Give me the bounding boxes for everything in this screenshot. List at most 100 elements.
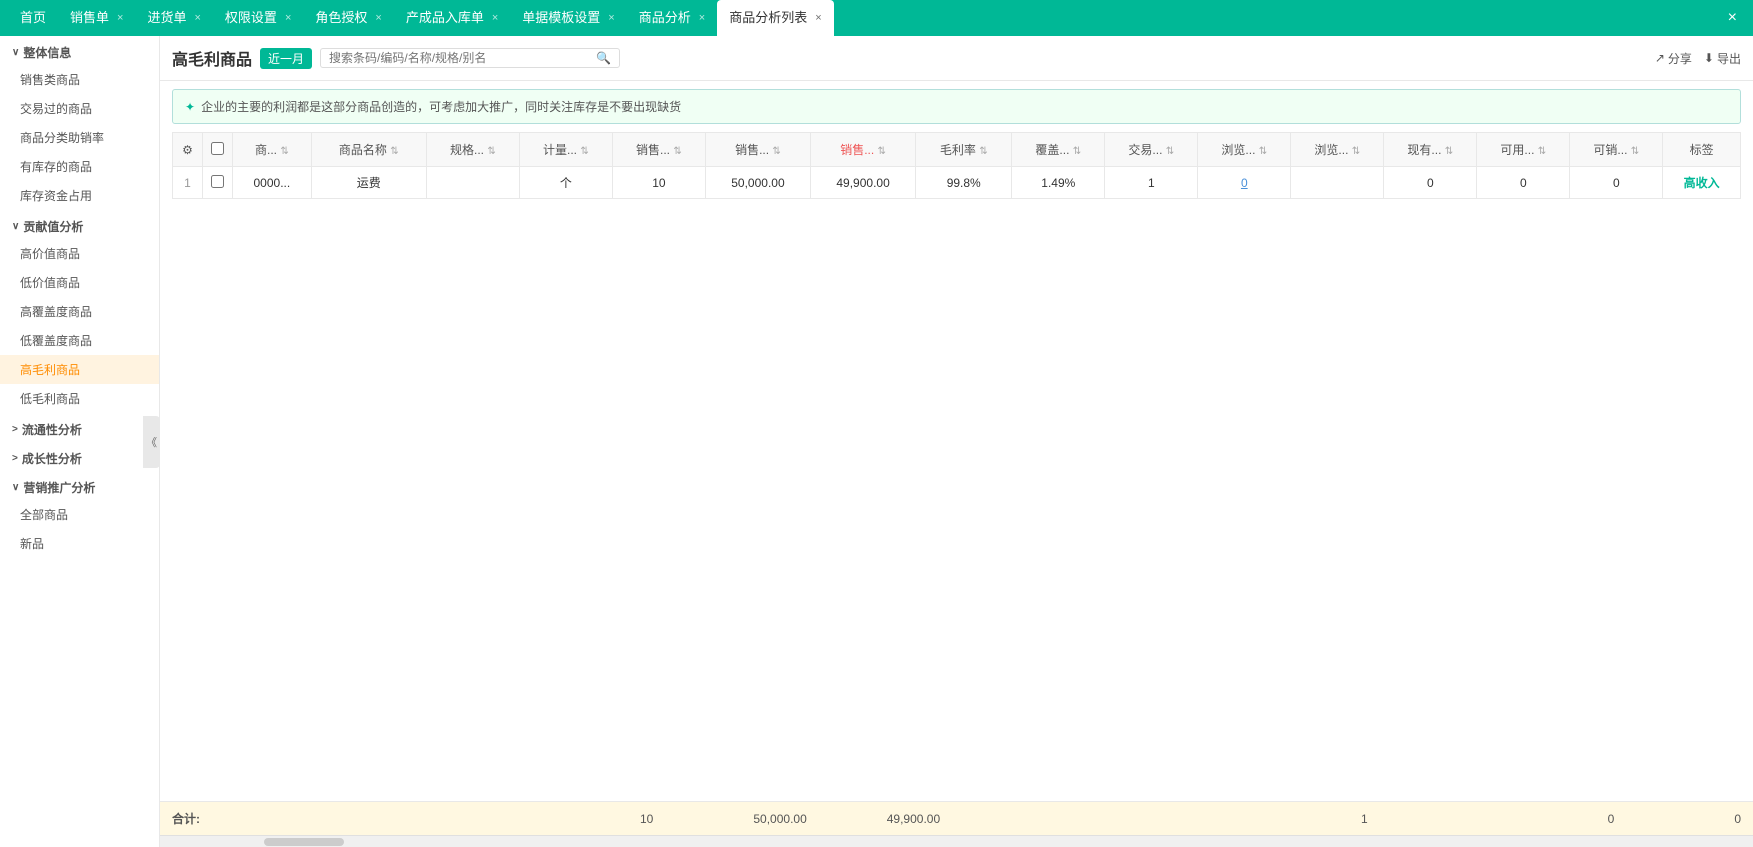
- sidebar-collapse-button[interactable]: 《: [143, 416, 160, 468]
- sidebar-item-new-goods[interactable]: 新品: [0, 529, 159, 558]
- cell-current: 0: [1384, 167, 1477, 199]
- col-sellable: 可销... ⇅: [1570, 133, 1663, 167]
- cell-sales-qty: 10: [612, 167, 705, 199]
- footer-sales-amount: 50,000.00: [753, 812, 806, 826]
- cell-num: 1: [173, 167, 203, 199]
- footer-label: 合计:: [172, 810, 200, 827]
- nav-permissions[interactable]: 权限设置 ×: [213, 0, 303, 36]
- table-row: 1 0000... 运费 个 10 50,000.00 49,900.00 99…: [173, 167, 1741, 199]
- time-filter-button[interactable]: 近一月: [260, 48, 312, 69]
- sidebar-item-stock-capital[interactable]: 库存资金占用: [0, 181, 159, 210]
- cell-sales-profit: 49,900.00: [811, 167, 916, 199]
- cell-sales-amount: 50,000.00: [705, 167, 810, 199]
- page-title: 高毛利商品: [172, 46, 252, 70]
- nav-product-entry[interactable]: 产成品入库单 ×: [394, 0, 510, 36]
- col-spec: 规格... ⇅: [426, 133, 519, 167]
- cell-view1[interactable]: 0: [1198, 167, 1291, 199]
- col-coverage: 覆盖... ⇅: [1012, 133, 1105, 167]
- notice-icon: ✦: [185, 100, 195, 114]
- row-checkbox[interactable]: [211, 175, 224, 188]
- nav-purchase-order[interactable]: 进货单 ×: [135, 0, 212, 36]
- sidebar-group-marketing[interactable]: ∨ 营销推广分析: [0, 471, 159, 500]
- sidebar-item-sales-goods[interactable]: 销售类商品: [0, 65, 159, 94]
- sidebar-item-high-value[interactable]: 高价值商品: [0, 239, 159, 268]
- close-all-button[interactable]: ×: [1720, 9, 1745, 27]
- sidebar-item-low-coverage[interactable]: 低覆盖度商品: [0, 326, 159, 355]
- cell-trade: 1: [1105, 167, 1198, 199]
- cell-spec: [426, 167, 519, 199]
- footer-sales-qty: 10: [640, 812, 653, 826]
- scrollbar-thumb[interactable]: [264, 838, 344, 846]
- sidebar-item-in-stock[interactable]: 有库存的商品: [0, 152, 159, 181]
- share-button[interactable]: ↗ 分享: [1655, 50, 1692, 67]
- col-trade: 交易... ⇅: [1105, 133, 1198, 167]
- nav-home[interactable]: 首页: [8, 0, 58, 36]
- footer-available: 0: [1734, 812, 1741, 826]
- cell-tag: 高收入: [1663, 167, 1741, 199]
- table-footer: 合计: 10 50,000.00 49,900.00 1 0 0: [160, 801, 1753, 835]
- close-icon[interactable]: ×: [194, 0, 200, 36]
- sidebar-item-high-margin[interactable]: 高毛利商品: [0, 355, 159, 384]
- sidebar-item-low-margin[interactable]: 低毛利商品: [0, 384, 159, 413]
- close-icon[interactable]: ×: [492, 0, 498, 36]
- notice-text: 企业的主要的利润都是这部分商品创造的，可考虑加大推广，同时关注库存是不要出现缺货: [201, 98, 681, 115]
- close-icon[interactable]: ×: [375, 0, 381, 36]
- nav-product-analysis[interactable]: 商品分析 ×: [627, 0, 717, 36]
- sidebar-group-overall[interactable]: ∨ 整体信息: [0, 36, 159, 65]
- top-nav: 首页 销售单 × 进货单 × 权限设置 × 角色授权 × 产成品入库单 × 单据…: [0, 0, 1753, 36]
- nav-sales-order[interactable]: 销售单 ×: [58, 0, 135, 36]
- share-icon: ↗: [1655, 51, 1665, 65]
- col-margin: 毛利率 ⇅: [916, 133, 1012, 167]
- content-header: 高毛利商品 近一月 🔍 ↗ 分享 ⬇ 导出: [160, 36, 1753, 81]
- cell-view2: [1291, 167, 1384, 199]
- cell-margin: 99.8%: [916, 167, 1012, 199]
- cell-sellable: 0: [1570, 167, 1663, 199]
- col-settings[interactable]: ⚙: [173, 133, 203, 167]
- footer-current: 0: [1608, 812, 1615, 826]
- table-container: ⚙ 商... ⇅ 商品名称 ⇅ 规格... ⇅ 计量... ⇅ 销售... ⇅ …: [160, 132, 1753, 801]
- chevron-right-icon: >: [12, 453, 18, 464]
- nav-roles[interactable]: 角色授权 ×: [303, 0, 393, 36]
- main-layout: ∨ 整体信息 销售类商品 交易过的商品 商品分类助销率 有库存的商品 库存资金占…: [0, 36, 1753, 847]
- sidebar-item-category-rate[interactable]: 商品分类助销率: [0, 123, 159, 152]
- header-actions: ↗ 分享 ⬇ 导出: [1655, 50, 1741, 67]
- chevron-down-icon: ∨: [12, 221, 19, 232]
- col-code: 商... ⇅: [233, 133, 312, 167]
- nav-product-analysis-list[interactable]: 商品分析列表 ×: [717, 0, 833, 36]
- col-view2: 浏览... ⇅: [1291, 133, 1384, 167]
- close-icon[interactable]: ×: [815, 0, 821, 36]
- horizontal-scrollbar[interactable]: [160, 835, 1753, 847]
- cell-name: 运费: [311, 167, 426, 199]
- col-current: 现有... ⇅: [1384, 133, 1477, 167]
- search-input[interactable]: [329, 51, 592, 65]
- sidebar-group-flow[interactable]: > 流通性分析: [0, 413, 159, 442]
- col-view1: 浏览... ⇅: [1198, 133, 1291, 167]
- cell-coverage: 1.49%: [1012, 167, 1105, 199]
- close-icon[interactable]: ×: [699, 0, 705, 36]
- close-icon[interactable]: ×: [285, 0, 291, 36]
- col-sales-amount: 销售... ⇅: [705, 133, 810, 167]
- sidebar-group-growth[interactable]: > 成长性分析: [0, 442, 159, 471]
- sidebar-item-high-coverage[interactable]: 高覆盖度商品: [0, 297, 159, 326]
- close-icon[interactable]: ×: [608, 0, 614, 36]
- chevron-down-icon: ∨: [12, 47, 19, 58]
- col-checkbox[interactable]: [203, 133, 233, 167]
- cell-unit: 个: [519, 167, 612, 199]
- search-icon[interactable]: 🔍: [596, 51, 611, 65]
- cell-checkbox[interactable]: [203, 167, 233, 199]
- export-button[interactable]: ⬇ 导出: [1704, 50, 1741, 67]
- sidebar-group-contribution[interactable]: ∨ 贡献值分析: [0, 210, 159, 239]
- select-all-checkbox[interactable]: [211, 142, 224, 155]
- data-table: ⚙ 商... ⇅ 商品名称 ⇅ 规格... ⇅ 计量... ⇅ 销售... ⇅ …: [172, 132, 1741, 199]
- search-box: 🔍: [320, 48, 620, 68]
- chevron-right-icon: >: [12, 424, 18, 435]
- notice-bar: ✦ 企业的主要的利润都是这部分商品创造的，可考虑加大推广，同时关注库存是不要出现…: [172, 89, 1741, 124]
- col-tag: 标签: [1663, 133, 1741, 167]
- sidebar-item-all-goods[interactable]: 全部商品: [0, 500, 159, 529]
- col-sales-qty: 销售... ⇅: [612, 133, 705, 167]
- sidebar-item-low-value[interactable]: 低价值商品: [0, 268, 159, 297]
- col-name: 商品名称 ⇅: [311, 133, 426, 167]
- sidebar-item-traded-goods[interactable]: 交易过的商品: [0, 94, 159, 123]
- nav-template-settings[interactable]: 单据模板设置 ×: [510, 0, 626, 36]
- close-icon[interactable]: ×: [117, 0, 123, 36]
